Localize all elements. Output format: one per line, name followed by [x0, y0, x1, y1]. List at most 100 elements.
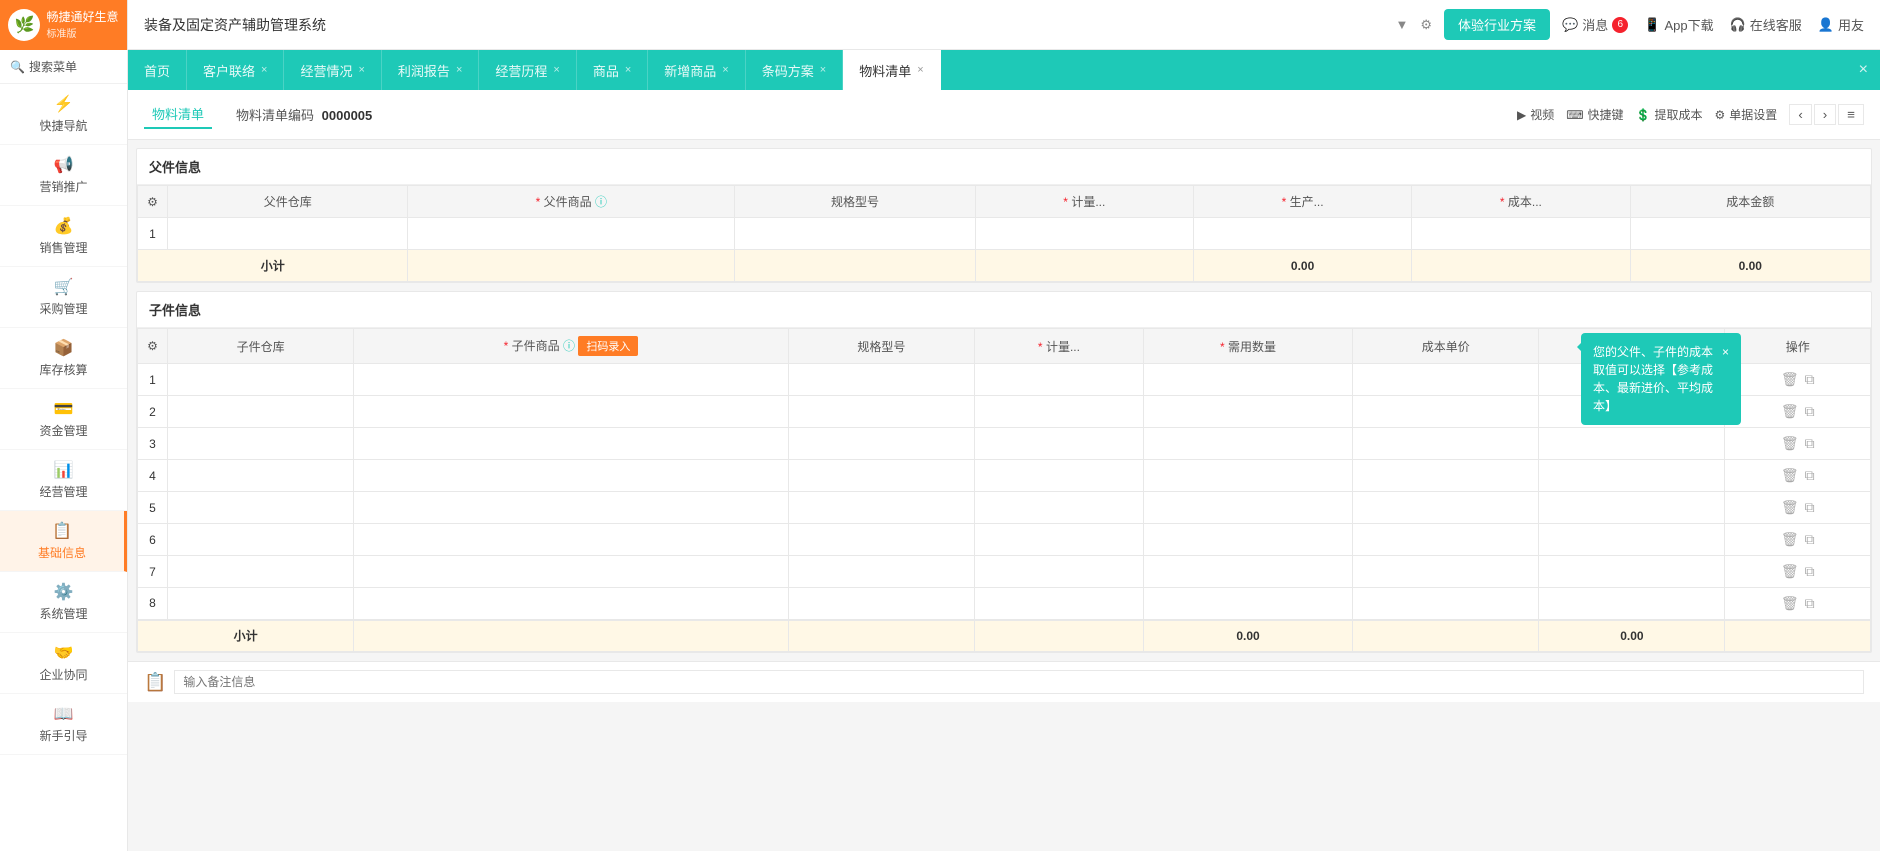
child-unit-cell[interactable]: [974, 428, 1143, 460]
close-bom-icon[interactable]: ×: [917, 64, 923, 76]
sidebar-item-basic-info[interactable]: 📋 基础信息: [0, 511, 127, 572]
note-input[interactable]: [174, 670, 1864, 694]
child-warehouse-cell[interactable]: [168, 460, 354, 492]
child-qty-cell[interactable]: [1143, 428, 1352, 460]
copy-row-button[interactable]: ⧉: [1805, 563, 1815, 580]
single-setting-action[interactable]: ⚙ 单据设置: [1715, 106, 1778, 123]
delete-row-button[interactable]: 🗑: [1781, 595, 1799, 612]
child-unit-cost-cell[interactable]: [1353, 556, 1539, 588]
child-unit-cost-cell[interactable]: [1353, 428, 1539, 460]
child-qty-cell[interactable]: [1143, 492, 1352, 524]
child-unit-cell[interactable]: [974, 556, 1143, 588]
child-qty-cell[interactable]: [1143, 588, 1352, 620]
copy-row-button[interactable]: ⧉: [1805, 595, 1815, 612]
child-qty-cell[interactable]: [1143, 460, 1352, 492]
sidebar-item-enterprise[interactable]: 🤝 企业协同: [0, 633, 127, 694]
child-warehouse-cell[interactable]: [168, 524, 354, 556]
copy-row-button[interactable]: ⧉: [1805, 403, 1815, 420]
sub-tab-bom-code[interactable]: 物料清单编码 0000005: [228, 101, 380, 128]
child-warehouse-cell[interactable]: [168, 588, 354, 620]
child-unit-cost-cell[interactable]: [1353, 492, 1539, 524]
user-action[interactable]: 👤 用友: [1818, 15, 1864, 34]
child-unit-cost-cell[interactable]: [1353, 396, 1539, 428]
child-warehouse-cell[interactable]: [168, 492, 354, 524]
tab-bom[interactable]: 物料清单 ×: [843, 50, 940, 90]
delete-row-button[interactable]: 🗑: [1781, 531, 1799, 548]
tab-history[interactable]: 经营历程 ×: [479, 50, 576, 90]
copy-row-button[interactable]: ⧉: [1805, 499, 1815, 516]
child-unit-cost-cell[interactable]: [1353, 588, 1539, 620]
child-unit-cell[interactable]: [974, 492, 1143, 524]
child-unit-cost-cell[interactable]: [1353, 364, 1539, 396]
delete-row-button[interactable]: 🗑: [1781, 403, 1799, 420]
cost-action[interactable]: 💲 提取成本: [1636, 106, 1703, 123]
close-new-product-icon[interactable]: ×: [722, 64, 728, 76]
child-product-cell[interactable]: [354, 492, 789, 524]
child-qty-cell[interactable]: [1143, 396, 1352, 428]
child-warehouse-cell[interactable]: [168, 556, 354, 588]
scan-button[interactable]: 扫码录入: [578, 336, 638, 356]
tab-barcode[interactable]: 条码方案 ×: [746, 50, 843, 90]
parent-cost-cell[interactable]: [1412, 218, 1630, 250]
tab-new-product[interactable]: 新增商品 ×: [648, 50, 745, 90]
tab-operation[interactable]: 经营情况 ×: [284, 50, 381, 90]
tab-customer[interactable]: 客户联络 ×: [187, 50, 284, 90]
close-profit-icon[interactable]: ×: [456, 64, 462, 76]
gear-button[interactable]: ⚙: [1420, 17, 1432, 33]
child-warehouse-cell[interactable]: [168, 428, 354, 460]
close-barcode-icon[interactable]: ×: [820, 64, 826, 76]
tooltip-close-button[interactable]: ×: [1722, 343, 1729, 361]
sidebar-search[interactable]: 🔍 搜索菜单: [0, 50, 127, 84]
close-history-icon[interactable]: ×: [553, 64, 559, 76]
child-unit-cell[interactable]: [974, 396, 1143, 428]
tab-product[interactable]: 商品 ×: [577, 50, 648, 90]
child-spec-cell[interactable]: [788, 428, 974, 460]
view-action[interactable]: ▶ 视频: [1517, 106, 1554, 123]
child-qty-cell[interactable]: [1143, 556, 1352, 588]
child-unit-cell[interactable]: [974, 364, 1143, 396]
shortcut-action[interactable]: ⌨ 快捷键: [1566, 106, 1623, 123]
next-page-button[interactable]: ›: [1814, 104, 1836, 125]
sidebar-item-marketing[interactable]: 📢 营销推广: [0, 145, 127, 206]
delete-row-button[interactable]: 🗑: [1781, 467, 1799, 484]
child-unit-cost-cell[interactable]: [1353, 524, 1539, 556]
sidebar-item-operation[interactable]: 📊 经营管理: [0, 450, 127, 511]
sidebar-item-purchase[interactable]: 🛒 采购管理: [0, 267, 127, 328]
child-product-cell[interactable]: [354, 524, 789, 556]
child-spec-cell[interactable]: [788, 588, 974, 620]
close-operation-icon[interactable]: ×: [358, 64, 364, 76]
child-warehouse-cell[interactable]: [168, 396, 354, 428]
delete-row-button[interactable]: 🗑: [1781, 563, 1799, 580]
parent-product-cell[interactable]: [408, 218, 735, 250]
tab-home[interactable]: 首页: [128, 50, 187, 90]
child-product-cell[interactable]: [354, 460, 789, 492]
child-spec-cell[interactable]: [788, 396, 974, 428]
child-unit-cell[interactable]: [974, 460, 1143, 492]
app-download-action[interactable]: 📱 App下载: [1644, 15, 1713, 34]
tab-profit[interactable]: 利润报告 ×: [382, 50, 479, 90]
close-product-icon[interactable]: ×: [625, 64, 631, 76]
child-spec-cell[interactable]: [788, 460, 974, 492]
copy-row-button[interactable]: ⧉: [1805, 467, 1815, 484]
delete-row-button[interactable]: 🗑: [1781, 435, 1799, 452]
sidebar-item-guide[interactable]: 📖 新手引导: [0, 694, 127, 755]
child-spec-cell[interactable]: [788, 524, 974, 556]
parent-unit-cell[interactable]: [975, 218, 1193, 250]
message-action[interactable]: 💬 消息 6: [1562, 15, 1628, 34]
sidebar-item-sales[interactable]: 💰 销售管理: [0, 206, 127, 267]
child-warehouse-cell[interactable]: [168, 364, 354, 396]
delete-row-button[interactable]: 🗑: [1781, 499, 1799, 516]
parent-warehouse-cell[interactable]: [168, 218, 408, 250]
child-unit-cost-cell[interactable]: [1353, 460, 1539, 492]
copy-row-button[interactable]: ⧉: [1805, 531, 1815, 548]
child-qty-cell[interactable]: [1143, 364, 1352, 396]
child-unit-cell[interactable]: [974, 588, 1143, 620]
sidebar-item-system[interactable]: ⚙️ 系统管理: [0, 572, 127, 633]
delete-row-button[interactable]: 🗑: [1781, 371, 1799, 388]
child-qty-cell[interactable]: [1143, 524, 1352, 556]
online-service-action[interactable]: 🎧 在线客服: [1730, 15, 1802, 34]
child-product-cell[interactable]: [354, 556, 789, 588]
sub-tab-bom-list[interactable]: 物料清单: [144, 100, 212, 129]
copy-row-button[interactable]: ⧉: [1805, 371, 1815, 388]
trial-button[interactable]: 体验行业方案: [1444, 9, 1550, 40]
